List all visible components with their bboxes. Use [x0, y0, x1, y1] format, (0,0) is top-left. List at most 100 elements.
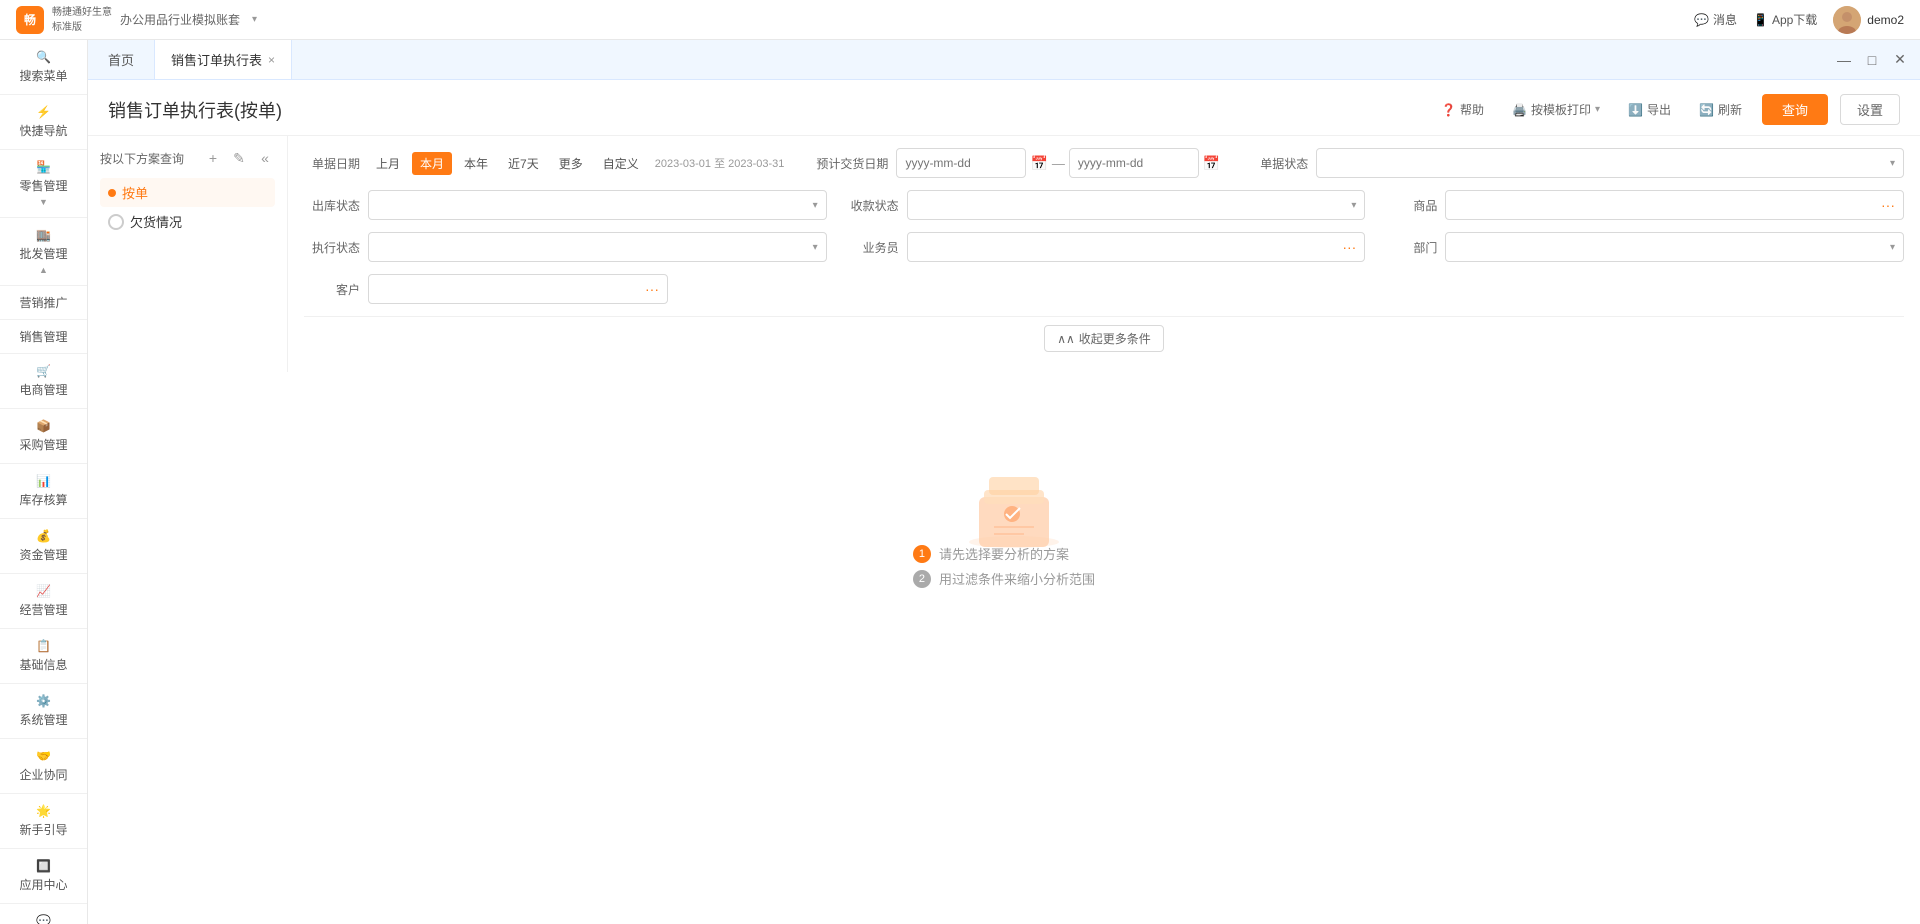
delivery-start-input[interactable]: [896, 148, 1026, 178]
collab-icon: 🤝: [36, 749, 51, 763]
scheme-add-button[interactable]: +: [203, 148, 223, 168]
hint-number-2: 2: [913, 570, 931, 588]
period-lastmonth[interactable]: 上月: [368, 152, 408, 175]
hint-number-1: 1: [913, 545, 931, 563]
breadcrumb-arrow-icon[interactable]: ▾: [252, 14, 257, 25]
scheme-item-backorder[interactable]: 欠货情况: [100, 207, 275, 236]
avatar: [1833, 6, 1861, 34]
outbound-dropdown[interactable]: ▾: [368, 190, 827, 220]
empty-hint-2: 2 用过滤条件来缩小分析范围: [913, 569, 1095, 588]
filter-group-customer: 客户 ···: [304, 274, 604, 304]
tab-active[interactable]: 销售订单执行表 ×: [155, 40, 292, 79]
delivery-calendar-end-icon[interactable]: 📅: [1203, 155, 1220, 172]
period-more[interactable]: 更多: [551, 152, 591, 175]
window-close-button[interactable]: ✕: [1888, 48, 1912, 72]
sidebar-item-finance[interactable]: 💰 资金管理: [0, 519, 87, 574]
query-button[interactable]: 查询: [1762, 94, 1828, 125]
period-custom[interactable]: 自定义: [595, 152, 647, 175]
execution-label: 执行状态: [304, 239, 360, 256]
sidebar-item-retail[interactable]: 🏪 零售管理 ▼: [0, 150, 87, 218]
sidebar-item-purchase[interactable]: 📦 采购管理: [0, 409, 87, 464]
customer-ellipsis-icon[interactable]: ···: [645, 281, 659, 297]
collapse-button[interactable]: ∧∧ 收起更多条件: [1044, 325, 1164, 352]
customer-dropdown[interactable]: ···: [368, 274, 668, 304]
sidebar-item-appcenter[interactable]: 🔲 应用中心: [0, 849, 87, 904]
sidebar-item-basicinfo[interactable]: 📋 基础信息: [0, 629, 87, 684]
sidebar-item-search[interactable]: 🔍 搜索菜单: [0, 40, 87, 95]
sidebar-item-sales[interactable]: 销售管理: [0, 320, 87, 354]
tab-home[interactable]: 首页: [88, 40, 155, 79]
filter-group-delivery: 预计交货日期 📅 — 📅: [816, 148, 1220, 178]
page-actions: ❓ 帮助 🖨️ 按模板打印 ▾ ⬇️ 导出 🔄 刷新: [1433, 94, 1900, 125]
goods-dropdown[interactable]: ···: [1445, 190, 1904, 220]
goods-ellipsis-icon[interactable]: ···: [1881, 197, 1895, 213]
search-icon: 🔍: [36, 50, 51, 64]
scheme-collapse-button[interactable]: «: [255, 148, 275, 168]
period-7days[interactable]: 近7天: [500, 152, 547, 175]
department-dropdown[interactable]: ▾: [1445, 232, 1904, 262]
filter-group-goods: 商品 ···: [1381, 190, 1904, 220]
sidebar-item-system[interactable]: ⚙️ 系统管理: [0, 684, 87, 739]
sidebar-item-wholesale[interactable]: 🏬 批发管理 ▲: [0, 218, 87, 286]
content-area: 首页 销售订单执行表 × — □ ✕ 销售订单执行表(按单) ❓ 帮助: [88, 40, 1920, 924]
print-button[interactable]: 🖨️ 按模板打印 ▾: [1504, 97, 1608, 122]
export-button[interactable]: ⬇️ 导出: [1620, 97, 1679, 122]
scheme-active-dot: [108, 189, 116, 197]
filter-row-4: 客户 ···: [304, 274, 1904, 304]
receipt-dropdown[interactable]: ▾: [907, 190, 1366, 220]
help-button[interactable]: ❓ 帮助: [1433, 97, 1492, 122]
docstatus-label: 单据状态: [1252, 155, 1308, 172]
ecommerce-icon: 🛒: [36, 364, 51, 378]
finance-icon: 💰: [36, 529, 51, 543]
period-thisyear[interactable]: 本年: [456, 152, 496, 175]
settings-button[interactable]: 设置: [1840, 94, 1900, 125]
window-minimize-button[interactable]: —: [1832, 48, 1856, 72]
salesperson-dropdown[interactable]: ···: [907, 232, 1366, 262]
sidebar-item-marketing[interactable]: 营销推广: [0, 286, 87, 320]
filter-row-2: 出库状态 ▾ 收款状态 ▾: [304, 190, 1904, 220]
period-thismonth[interactable]: 本月: [412, 152, 452, 175]
sidebar-item-wechat[interactable]: 💬 企业微信: [0, 904, 87, 924]
delivery-end-input[interactable]: [1069, 148, 1199, 178]
delivery-calendar-start-icon[interactable]: 📅: [1030, 155, 1047, 172]
tab-close-icon[interactable]: ×: [268, 53, 275, 67]
filter-row-1: 单据日期 上月 本月 本年 近7天 更多 自定义 2023-03-01 至 20…: [304, 148, 1904, 178]
customer-label: 客户: [304, 281, 360, 298]
edit-icon: ✎: [233, 150, 245, 167]
salesperson-ellipsis-icon[interactable]: ···: [1342, 239, 1356, 255]
scheme-edit-button[interactable]: ✎: [229, 148, 249, 168]
department-label: 部门: [1381, 239, 1437, 256]
sidebar-item-guide[interactable]: 🌟 新手引导: [0, 794, 87, 849]
filter-group-docstatus: 单据状态 ▾: [1252, 148, 1904, 178]
guide-icon: 🌟: [36, 804, 51, 818]
retail-icon: 🏪: [36, 160, 51, 174]
app-icon: 📱: [1753, 13, 1768, 27]
sidebar-item-management[interactable]: 📈 经营管理: [0, 574, 87, 629]
message-button[interactable]: 💬 消息: [1694, 11, 1737, 28]
sidebar-item-quicknav[interactable]: ⚡ 快捷导航: [0, 95, 87, 150]
wholesale-arrow-icon: ▲: [39, 265, 48, 275]
refresh-button[interactable]: 🔄 刷新: [1691, 97, 1750, 122]
period-buttons: 上月 本月 本年 近7天 更多 自定义: [368, 152, 647, 175]
filter-area: 按以下方案查询 + ✎ «: [88, 136, 1920, 372]
sidebar-item-collab[interactable]: 🤝 企业协同: [0, 739, 87, 794]
message-icon: 💬: [1694, 13, 1709, 27]
print-icon: 🖨️: [1512, 103, 1527, 117]
filter-group-salesperson: 业务员 ···: [843, 232, 1366, 262]
system-icon: ⚙️: [36, 694, 51, 708]
user-area[interactable]: demo2: [1833, 6, 1904, 34]
app-download-button[interactable]: 📱 App下载: [1753, 11, 1817, 28]
delivery-label: 预计交货日期: [816, 155, 888, 172]
window-maximize-button[interactable]: □: [1860, 48, 1884, 72]
scheme-item-order[interactable]: 按单: [100, 178, 275, 207]
execution-dropdown[interactable]: ▾: [368, 232, 827, 262]
sidebar-item-inventory[interactable]: 📊 库存核算: [0, 464, 87, 519]
filter-fields: 单据日期 上月 本月 本年 近7天 更多 自定义 2023-03-01 至 20…: [288, 136, 1920, 372]
docstatus-dropdown[interactable]: ▾: [1316, 148, 1904, 178]
top-bar-left: 畅 畅捷通好生意 标准版 办公用品行业模拟账套 ▾: [16, 5, 257, 34]
sidebar-item-ecommerce[interactable]: 🛒 电商管理: [0, 354, 87, 409]
print-arrow-icon: ▾: [1595, 104, 1600, 115]
page-content: 销售订单执行表(按单) ❓ 帮助 🖨️ 按模板打印 ▾ ⬇️ 导出: [88, 80, 1920, 924]
outbound-label: 出库状态: [304, 197, 360, 214]
purchase-icon: 📦: [36, 419, 51, 433]
